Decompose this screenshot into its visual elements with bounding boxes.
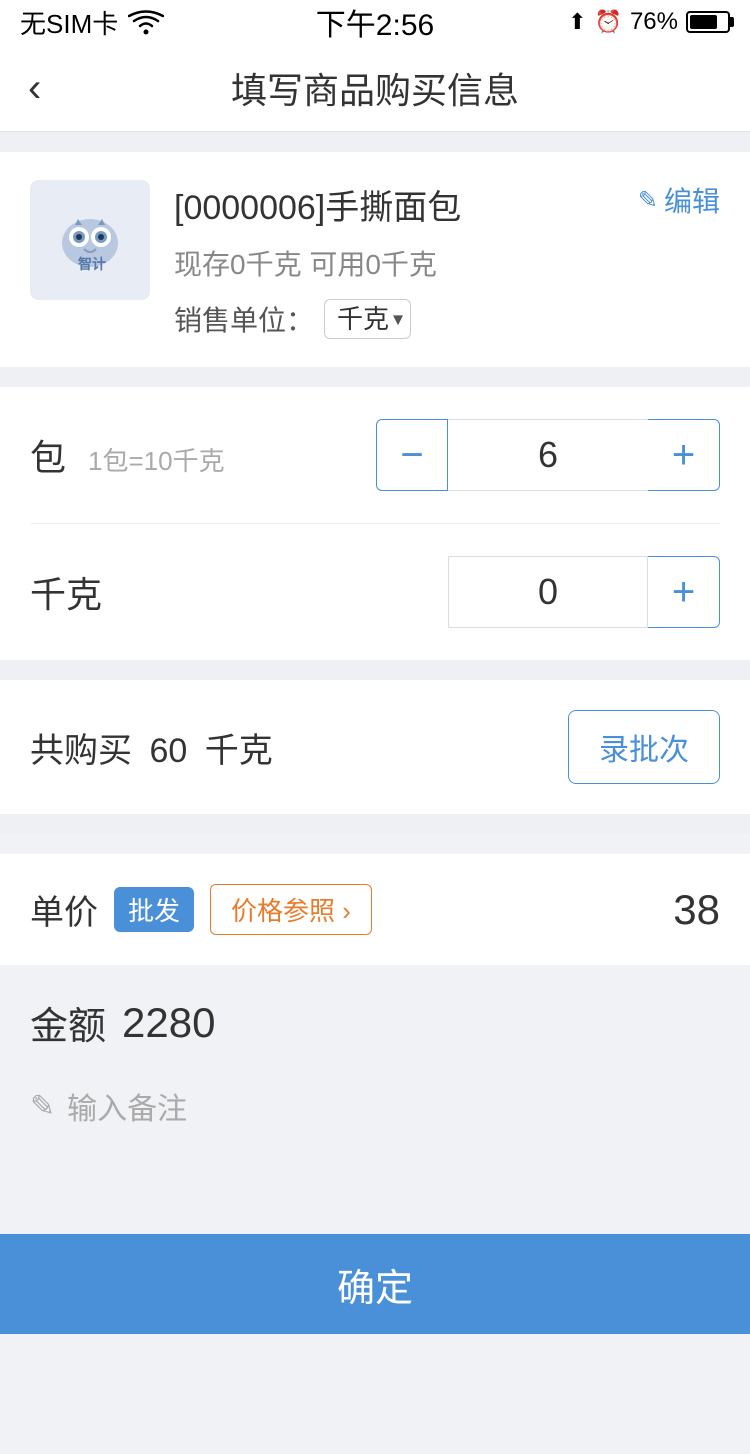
quantity-section: 包 1包=10千克 − + 千克 + xyxy=(0,387,750,660)
total-unit: 千克 xyxy=(205,732,273,770)
confirm-button[interactable]: 确定 xyxy=(0,1234,750,1334)
note-icon: ✎ xyxy=(30,1089,55,1124)
amount-row: 金额 2280 xyxy=(30,995,720,1050)
qty-input-pack[interactable] xyxy=(448,419,648,491)
price-tag: 批发 xyxy=(114,887,194,932)
edit-button[interactable]: ✎ 编辑 xyxy=(638,180,720,220)
note-placeholder: 输入备注 xyxy=(67,1084,187,1128)
nav-bar: ‹ 填写商品购买信息 xyxy=(0,44,750,132)
edit-icon: ✎ xyxy=(638,186,658,215)
total-section: 共购买 60 千克 录批次 xyxy=(0,680,750,814)
unit-select-wrap[interactable]: 千克 xyxy=(324,299,411,339)
note-row[interactable]: ✎ 输入备注 xyxy=(30,1074,720,1138)
page-title: 填写商品购买信息 xyxy=(231,62,519,114)
qty-row-pack: 包 1包=10千克 − + xyxy=(30,387,720,524)
product-card: 智计 [0000006]手撕面包 现存0千克 可用0千克 销售单位： 千克 ✎ … xyxy=(0,152,750,367)
status-time: 下午2:56 xyxy=(316,0,434,44)
wifi-icon xyxy=(128,9,164,35)
battery-icon xyxy=(686,11,730,33)
qty-increment-pack[interactable]: + xyxy=(648,419,720,491)
confirm-button-label: 确定 xyxy=(337,1257,413,1312)
edit-label: 编辑 xyxy=(664,180,720,220)
section-divider-mid xyxy=(0,367,750,387)
status-left: 无SIM卡 xyxy=(20,4,164,41)
product-unit-row: 销售单位： 千克 xyxy=(174,299,720,339)
price-value: 38 xyxy=(673,886,720,934)
amount-value: 2280 xyxy=(122,999,215,1047)
qty-decrement-pack[interactable]: − xyxy=(376,419,448,491)
section-divider-price xyxy=(0,814,750,834)
unit-select[interactable]: 千克 xyxy=(324,299,411,339)
location-icon: ⬆ xyxy=(568,9,586,35)
total-label: 共购买 xyxy=(30,732,132,770)
price-section: 单价 批发 价格参照 › 38 xyxy=(0,854,750,965)
batch-button[interactable]: 录批次 xyxy=(568,710,720,784)
qty-controls-kg: + xyxy=(448,556,720,628)
section-divider-total xyxy=(0,660,750,680)
alarm-icon: ⏰ xyxy=(595,9,622,35)
qty-controls-pack: − + xyxy=(376,419,720,491)
unit-label: 销售单位： xyxy=(174,299,314,339)
qty-row-kg: 千克 + xyxy=(30,524,720,660)
status-right: ⬆ ⏰ 76% xyxy=(568,8,730,36)
qty-label-kg: 千克 xyxy=(30,566,448,618)
qty-input-kg[interactable] xyxy=(448,556,648,628)
status-bar: 无SIM卡 下午2:56 ⬆ ⏰ 76% xyxy=(0,0,750,44)
section-divider-top xyxy=(0,132,750,152)
amount-label: 金额 xyxy=(30,995,106,1050)
amount-section: 金额 2280 ✎ 输入备注 xyxy=(0,965,750,1154)
owl-logo-icon: 智计 xyxy=(50,205,130,275)
total-text: 共购买 60 千克 xyxy=(30,723,273,772)
carrier-text: 无SIM卡 xyxy=(20,4,118,41)
product-stock: 现存0千克 可用0千克 xyxy=(174,243,720,283)
product-thumbnail: 智计 xyxy=(30,180,150,300)
qty-sub-label-pack: 1包=10千克 xyxy=(88,446,225,476)
total-value: 60 xyxy=(149,732,187,770)
battery-percent: 76% xyxy=(630,8,678,36)
qty-increment-kg[interactable]: + xyxy=(648,556,720,628)
qty-label-pack: 包 1包=10千克 xyxy=(30,429,376,481)
svg-text:智计: 智计 xyxy=(77,256,106,272)
price-ref-button[interactable]: 价格参照 › xyxy=(210,884,372,935)
price-label: 单价 xyxy=(30,885,98,934)
back-button[interactable]: ‹ xyxy=(28,68,41,108)
